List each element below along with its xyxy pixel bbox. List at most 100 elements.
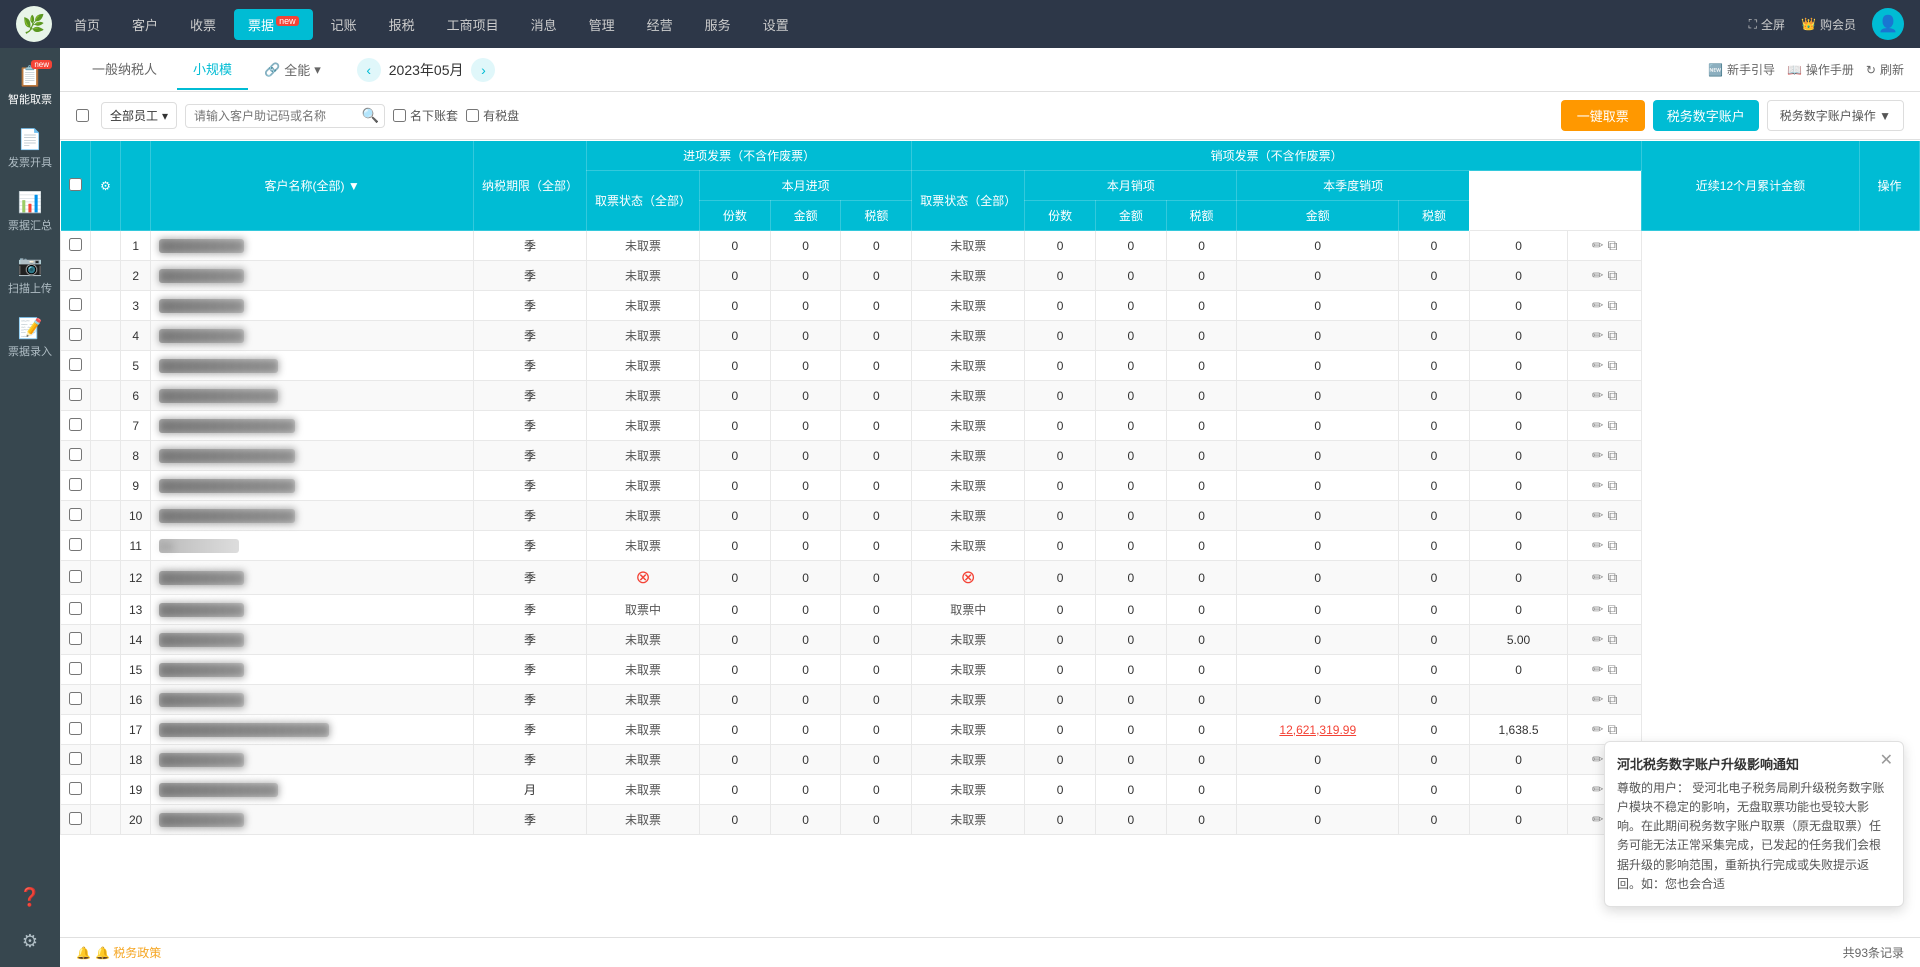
copy-btn[interactable]: ⧉ xyxy=(1607,477,1617,494)
row-checkbox[interactable] xyxy=(69,722,82,735)
nav-business[interactable]: 工商项目 xyxy=(433,9,513,40)
copy-btn[interactable]: ⧉ xyxy=(1607,357,1617,374)
td-checkbox[interactable] xyxy=(61,501,91,531)
nav-manage[interactable]: 管理 xyxy=(575,9,629,40)
row-checkbox[interactable] xyxy=(69,268,82,281)
tax-policy-link[interactable]: 🔔 税务政策 xyxy=(95,944,161,961)
copy-btn[interactable]: ⧉ xyxy=(1607,297,1617,314)
search-input[interactable] xyxy=(185,104,385,128)
copy-btn[interactable]: ⧉ xyxy=(1607,691,1617,708)
th-client[interactable]: 客户名称(全部) ▼ xyxy=(151,141,474,231)
xiaxiang-checkbox-label[interactable]: 名下账套 xyxy=(393,107,458,124)
edit-btn[interactable]: ✏ xyxy=(1592,417,1604,434)
copy-btn[interactable]: ⧉ xyxy=(1607,721,1617,738)
fullscreen-btn[interactable]: ⛶ 全屏 xyxy=(1749,16,1785,33)
member-btn[interactable]: 👑 购会员 xyxy=(1801,16,1856,33)
row-checkbox[interactable] xyxy=(69,752,82,765)
td-checkbox[interactable] xyxy=(61,625,91,655)
edit-btn[interactable]: ✏ xyxy=(1592,327,1604,344)
copy-btn[interactable]: ⧉ xyxy=(1607,267,1617,284)
tab-all-dropdown[interactable]: 🔗 全能 ▾ xyxy=(252,52,333,87)
edit-btn[interactable]: ✏ xyxy=(1592,357,1604,374)
nav-invoice[interactable]: 收票 xyxy=(176,9,230,40)
row-checkbox[interactable] xyxy=(69,298,82,311)
row-checkbox[interactable] xyxy=(69,782,82,795)
edit-btn[interactable]: ✏ xyxy=(1592,477,1604,494)
sidebar-item-invoice-entry[interactable]: 📝 票据录入 xyxy=(4,308,56,367)
copy-btn[interactable]: ⧉ xyxy=(1607,631,1617,648)
edit-btn[interactable]: ✏ xyxy=(1592,811,1604,828)
sidebar-item-invoice-summary[interactable]: 📊 票据汇总 xyxy=(4,182,56,241)
date-next-btn[interactable]: › xyxy=(471,58,495,82)
sidebar-item-scan-upload[interactable]: 📷 扫描上传 xyxy=(4,245,56,304)
td-checkbox[interactable] xyxy=(61,655,91,685)
td-checkbox[interactable] xyxy=(61,471,91,501)
row-checkbox[interactable] xyxy=(69,570,82,583)
copy-btn[interactable]: ⧉ xyxy=(1607,327,1617,344)
new-guide-btn[interactable]: 🆕 新手引导 xyxy=(1708,61,1775,78)
td-checkbox[interactable] xyxy=(61,715,91,745)
edit-btn[interactable]: ✏ xyxy=(1592,601,1604,618)
td-checkbox[interactable] xyxy=(61,261,91,291)
date-prev-btn[interactable]: ‹ xyxy=(357,58,381,82)
youshui-checkbox[interactable] xyxy=(466,109,479,122)
one-click-btn[interactable]: 一键取票 xyxy=(1561,100,1645,131)
row-checkbox[interactable] xyxy=(69,812,82,825)
nav-home[interactable]: 首页 xyxy=(60,9,114,40)
edit-btn[interactable]: ✏ xyxy=(1592,691,1604,708)
td-checkbox[interactable] xyxy=(61,531,91,561)
refresh-btn[interactable]: ↻ 刷新 xyxy=(1866,61,1904,78)
edit-btn[interactable]: ✏ xyxy=(1592,297,1604,314)
row-checkbox[interactable] xyxy=(69,358,82,371)
copy-btn[interactable]: ⧉ xyxy=(1607,237,1617,254)
digital-account-btn[interactable]: 税务数字账户 xyxy=(1653,100,1759,131)
nav-accounting[interactable]: 记账 xyxy=(317,9,371,40)
copy-btn[interactable]: ⧉ xyxy=(1607,601,1617,618)
row-checkbox[interactable] xyxy=(69,238,82,251)
tab-general[interactable]: 一般纳税人 xyxy=(76,49,173,90)
td-checkbox[interactable] xyxy=(61,595,91,625)
sidebar-settings-btn[interactable]: ⚙ xyxy=(4,923,56,959)
edit-btn[interactable]: ✏ xyxy=(1592,661,1604,678)
td-checkbox[interactable] xyxy=(61,411,91,441)
nav-operation[interactable]: 经营 xyxy=(633,9,687,40)
td-checkbox[interactable] xyxy=(61,231,91,261)
edit-btn[interactable]: ✏ xyxy=(1592,447,1604,464)
th-jin-status[interactable]: 取票状态（全部） xyxy=(586,171,699,231)
edit-btn[interactable]: ✏ xyxy=(1592,237,1604,254)
edit-btn[interactable]: ✏ xyxy=(1592,267,1604,284)
td-checkbox[interactable] xyxy=(61,775,91,805)
td-checkbox[interactable] xyxy=(61,685,91,715)
edit-btn[interactable]: ✏ xyxy=(1592,721,1604,738)
edit-btn[interactable]: ✏ xyxy=(1592,751,1604,768)
row-checkbox[interactable] xyxy=(69,602,82,615)
nav-service[interactable]: 服务 xyxy=(691,9,745,40)
row-checkbox[interactable] xyxy=(69,538,82,551)
th-xiao-status[interactable]: 取票状态（全部） xyxy=(912,171,1025,231)
td-checkbox[interactable] xyxy=(61,561,91,595)
row-checkbox[interactable] xyxy=(69,388,82,401)
edit-btn[interactable]: ✏ xyxy=(1592,781,1604,798)
row-checkbox[interactable] xyxy=(69,478,82,491)
copy-btn[interactable]: ⧉ xyxy=(1607,507,1617,524)
td-checkbox[interactable] xyxy=(61,745,91,775)
nav-piao[interactable]: 票据new xyxy=(234,9,313,40)
copy-btn[interactable]: ⧉ xyxy=(1607,387,1617,404)
td-checkbox[interactable] xyxy=(61,441,91,471)
employee-select[interactable]: 全部员工 ▾ xyxy=(101,102,177,129)
td-checkbox[interactable] xyxy=(61,321,91,351)
xiaxiang-checkbox[interactable] xyxy=(393,109,406,122)
header-checkbox[interactable] xyxy=(69,178,82,191)
tab-small[interactable]: 小规模 xyxy=(177,49,248,90)
row-checkbox[interactable] xyxy=(69,508,82,521)
edit-btn[interactable]: ✏ xyxy=(1592,569,1604,586)
nav-client[interactable]: 客户 xyxy=(118,9,172,40)
sidebar-item-smart-tax[interactable]: new 📋 智能取票 xyxy=(4,56,56,115)
row-checkbox[interactable] xyxy=(69,662,82,675)
nav-settings[interactable]: 设置 xyxy=(749,9,803,40)
td-checkbox[interactable] xyxy=(61,805,91,835)
youshui-checkbox-label[interactable]: 有税盘 xyxy=(466,107,519,124)
row-checkbox[interactable] xyxy=(69,418,82,431)
row-checkbox[interactable] xyxy=(69,692,82,705)
edit-btn[interactable]: ✏ xyxy=(1592,537,1604,554)
